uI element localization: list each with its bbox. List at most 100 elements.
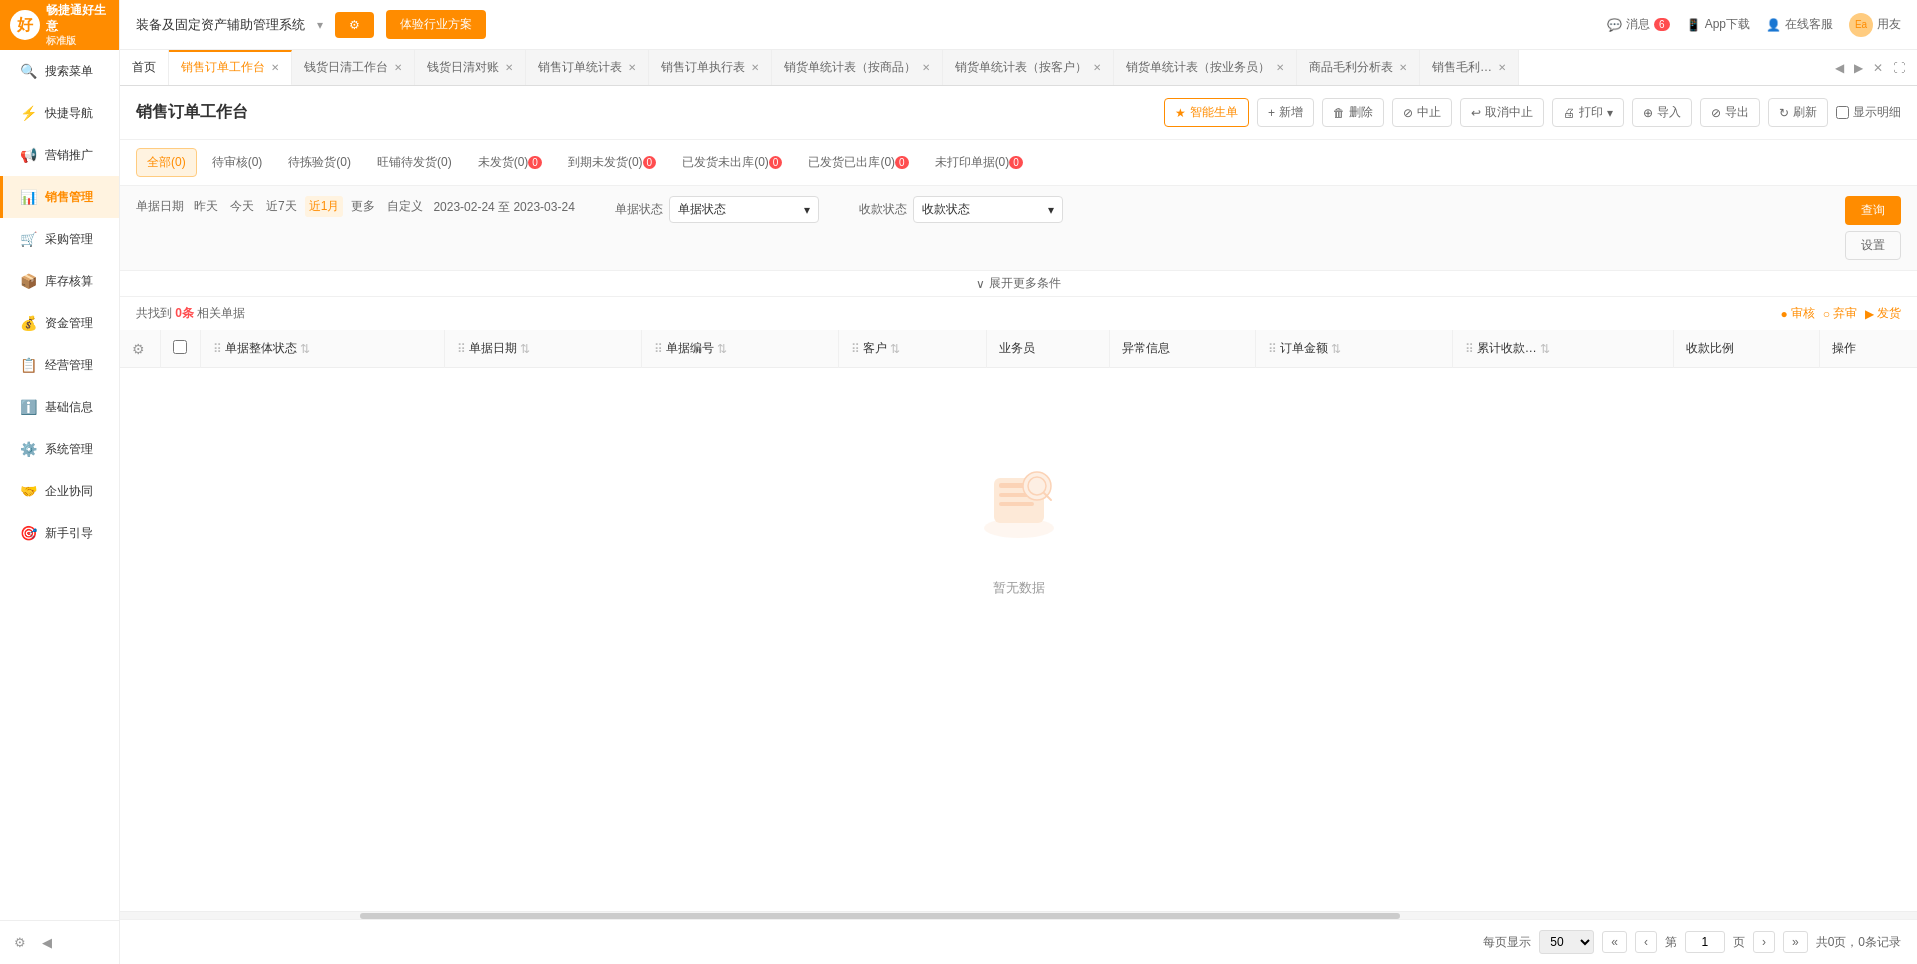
tab-close-all-btn[interactable]: ✕	[1869, 57, 1887, 79]
page-first-btn[interactable]: «	[1602, 931, 1627, 953]
sidebar-item-采购管理[interactable]: 🛒采购管理	[0, 218, 119, 260]
tab-maximize-btn[interactable]: ⛶	[1889, 57, 1909, 79]
tab-close-icon[interactable]: ✕	[1093, 62, 1101, 73]
sidebar-item-企业协同[interactable]: 🤝企业协同	[0, 470, 119, 512]
tab-scroll-right-btn[interactable]: ▶	[1850, 57, 1867, 79]
tab-1[interactable]: 销售订单工作台✕	[169, 50, 292, 86]
date-option-自定义[interactable]: 自定义	[383, 196, 427, 217]
show-detail-label[interactable]: 显示明细	[1836, 104, 1901, 121]
tab-0[interactable]: 首页	[120, 50, 169, 86]
sidebar-item-新手引导[interactable]: 🎯新手引导	[0, 512, 119, 554]
subtab-0[interactable]: 全部(0)	[136, 148, 197, 177]
per-page-select[interactable]: 50 100 200	[1539, 930, 1594, 954]
select-all-checkbox[interactable]	[173, 340, 187, 354]
tab-close-icon[interactable]: ✕	[922, 62, 930, 73]
revoke-action-btn[interactable]: ○ 弃审	[1823, 305, 1857, 322]
sidebar-item-快捷导航[interactable]: ⚡快捷导航	[0, 92, 119, 134]
tab-4[interactable]: 销售订单统计表✕	[526, 50, 649, 86]
tab-7[interactable]: 销货单统计表（按客户）✕	[943, 50, 1114, 86]
subtab-3[interactable]: 旺铺待发货(0)	[366, 148, 463, 177]
sidebar-item-库存核算[interactable]: 📦库存核算	[0, 260, 119, 302]
filter-set-btn[interactable]: 设置	[1845, 231, 1901, 260]
tab-close-icon[interactable]: ✕	[751, 62, 759, 73]
scrollbar-thumb[interactable]	[360, 913, 1400, 919]
sort-status[interactable]: ⠿ 单据整体状态 ⇅	[213, 340, 433, 357]
sort-amount[interactable]: ⠿ 订单金额 ⇅	[1268, 340, 1440, 357]
subtab-4[interactable]: 未发货(0)0	[467, 148, 553, 177]
tab-scroll-left-btn[interactable]: ◀	[1831, 57, 1848, 79]
solution-btn[interactable]: 体验行业方案	[386, 10, 486, 39]
subtab-7[interactable]: 已发货已出库(0)0	[797, 148, 919, 177]
sidebar-item-基础信息[interactable]: ℹ️基础信息	[0, 386, 119, 428]
date-option-近7天[interactable]: 近7天	[262, 196, 301, 217]
delete-btn[interactable]: 🗑 删除	[1322, 98, 1384, 127]
user-menu-btn[interactable]: Ea 用友	[1849, 13, 1901, 37]
sort-cumulative[interactable]: ⠿ 累计收款… ⇅	[1465, 340, 1661, 357]
sort-number-icon: ⇅	[717, 342, 727, 356]
tab-6[interactable]: 销货单统计表（按商品）✕	[772, 50, 943, 86]
sort-customer[interactable]: ⠿ 客户 ⇅	[851, 340, 975, 357]
subtab-8[interactable]: 未打印单据(0)0	[924, 148, 1034, 177]
tab-5[interactable]: 销售订单执行表✕	[649, 50, 772, 86]
payment-select[interactable]: 收款状态 ▾	[913, 196, 1063, 223]
table-action-btns: ● 审核 ○ 弃审 ▶ 发货	[1781, 305, 1902, 322]
refresh-btn[interactable]: ↻ 刷新	[1768, 98, 1828, 127]
ship-action-btn[interactable]: ▶ 发货	[1865, 305, 1901, 322]
tab-close-icon[interactable]: ✕	[1276, 62, 1284, 73]
sidebar-item-label: 营销推广	[45, 147, 93, 164]
subtab-2[interactable]: 待拣验货(0)	[277, 148, 362, 177]
tab-close-icon[interactable]: ✕	[505, 62, 513, 73]
column-settings-icon[interactable]: ⚙	[132, 341, 145, 357]
tab-close-icon[interactable]: ✕	[1498, 62, 1506, 73]
show-detail-checkbox[interactable]	[1836, 106, 1849, 119]
subtab-5[interactable]: 到期未发货(0)0	[557, 148, 667, 177]
export-btn[interactable]: ⊘ 导出	[1700, 98, 1760, 127]
horizontal-scrollbar[interactable]	[120, 911, 1917, 919]
subtab-alert-badge: 0	[528, 156, 542, 169]
print-btn[interactable]: 🖨 打印 ▾	[1552, 98, 1624, 127]
sidebar-item-搜索菜单[interactable]: 🔍搜索菜单	[0, 50, 119, 92]
sidebar-item-资金管理[interactable]: 💰资金管理	[0, 302, 119, 344]
settings-bottom-btn[interactable]: ⚙	[10, 931, 30, 954]
query-btn[interactable]: 查询	[1845, 196, 1901, 225]
expand-filter-btn[interactable]: ∨ 展开更多条件	[976, 275, 1061, 292]
collapse-btn[interactable]: ◀	[38, 931, 56, 954]
subtab-1[interactable]: 待审核(0)	[201, 148, 274, 177]
page-next-btn[interactable]: ›	[1753, 931, 1775, 953]
sidebar-item-系统管理[interactable]: ⚙️系统管理	[0, 428, 119, 470]
tab-close-icon[interactable]: ✕	[271, 62, 279, 73]
sidebar-item-营销推广[interactable]: 📢营销推广	[0, 134, 119, 176]
page-prev-btn[interactable]: ‹	[1635, 931, 1657, 953]
stop-btn[interactable]: ⊘ 中止	[1392, 98, 1452, 127]
message-btn[interactable]: 💬 消息 6	[1607, 16, 1670, 33]
tab-close-icon[interactable]: ✕	[628, 62, 636, 73]
sort-number[interactable]: ⠿ 单据编号 ⇅	[654, 340, 826, 357]
tab-3[interactable]: 钱货日清对账✕	[415, 50, 526, 86]
add-btn[interactable]: + 新增	[1257, 98, 1314, 127]
status-select[interactable]: 单据状态 ▾	[669, 196, 819, 223]
import-btn[interactable]: ⊕ 导入	[1632, 98, 1692, 127]
date-option-近1月[interactable]: 近1月	[305, 196, 344, 217]
app-download-btn[interactable]: 📱 App下载	[1686, 16, 1750, 33]
sort-date[interactable]: ⠿ 单据日期 ⇅	[457, 340, 629, 357]
tab-close-icon[interactable]: ✕	[394, 62, 402, 73]
smart-generate-btn[interactable]: ★ 智能生单	[1164, 98, 1249, 127]
online-service-btn[interactable]: 👤 在线客服	[1766, 16, 1833, 33]
tab-close-icon[interactable]: ✕	[1399, 62, 1407, 73]
audit-action-btn[interactable]: ● 审核	[1781, 305, 1815, 322]
tab-2[interactable]: 钱货日清工作台✕	[292, 50, 415, 86]
tab-8[interactable]: 销货单统计表（按业务员）✕	[1114, 50, 1297, 86]
cancel-stop-btn[interactable]: ↩ 取消中止	[1460, 98, 1544, 127]
settings-btn[interactable]: ⚙	[335, 12, 374, 38]
page-input[interactable]	[1685, 931, 1725, 953]
date-option-更多[interactable]: 更多	[347, 196, 379, 217]
tab-10[interactable]: 销售毛利…✕	[1420, 50, 1519, 86]
page-last-btn[interactable]: »	[1783, 931, 1808, 953]
sidebar-item-经营管理[interactable]: 📋经营管理	[0, 344, 119, 386]
subtab-6[interactable]: 已发货未出库(0)0	[671, 148, 793, 177]
tab-9[interactable]: 商品毛利分析表✕	[1297, 50, 1420, 86]
topbar-dropdown-icon[interactable]: ▾	[317, 18, 323, 32]
date-option-昨天[interactable]: 昨天	[190, 196, 222, 217]
date-option-今天[interactable]: 今天	[226, 196, 258, 217]
sidebar-item-销售管理[interactable]: 📊销售管理	[0, 176, 119, 218]
